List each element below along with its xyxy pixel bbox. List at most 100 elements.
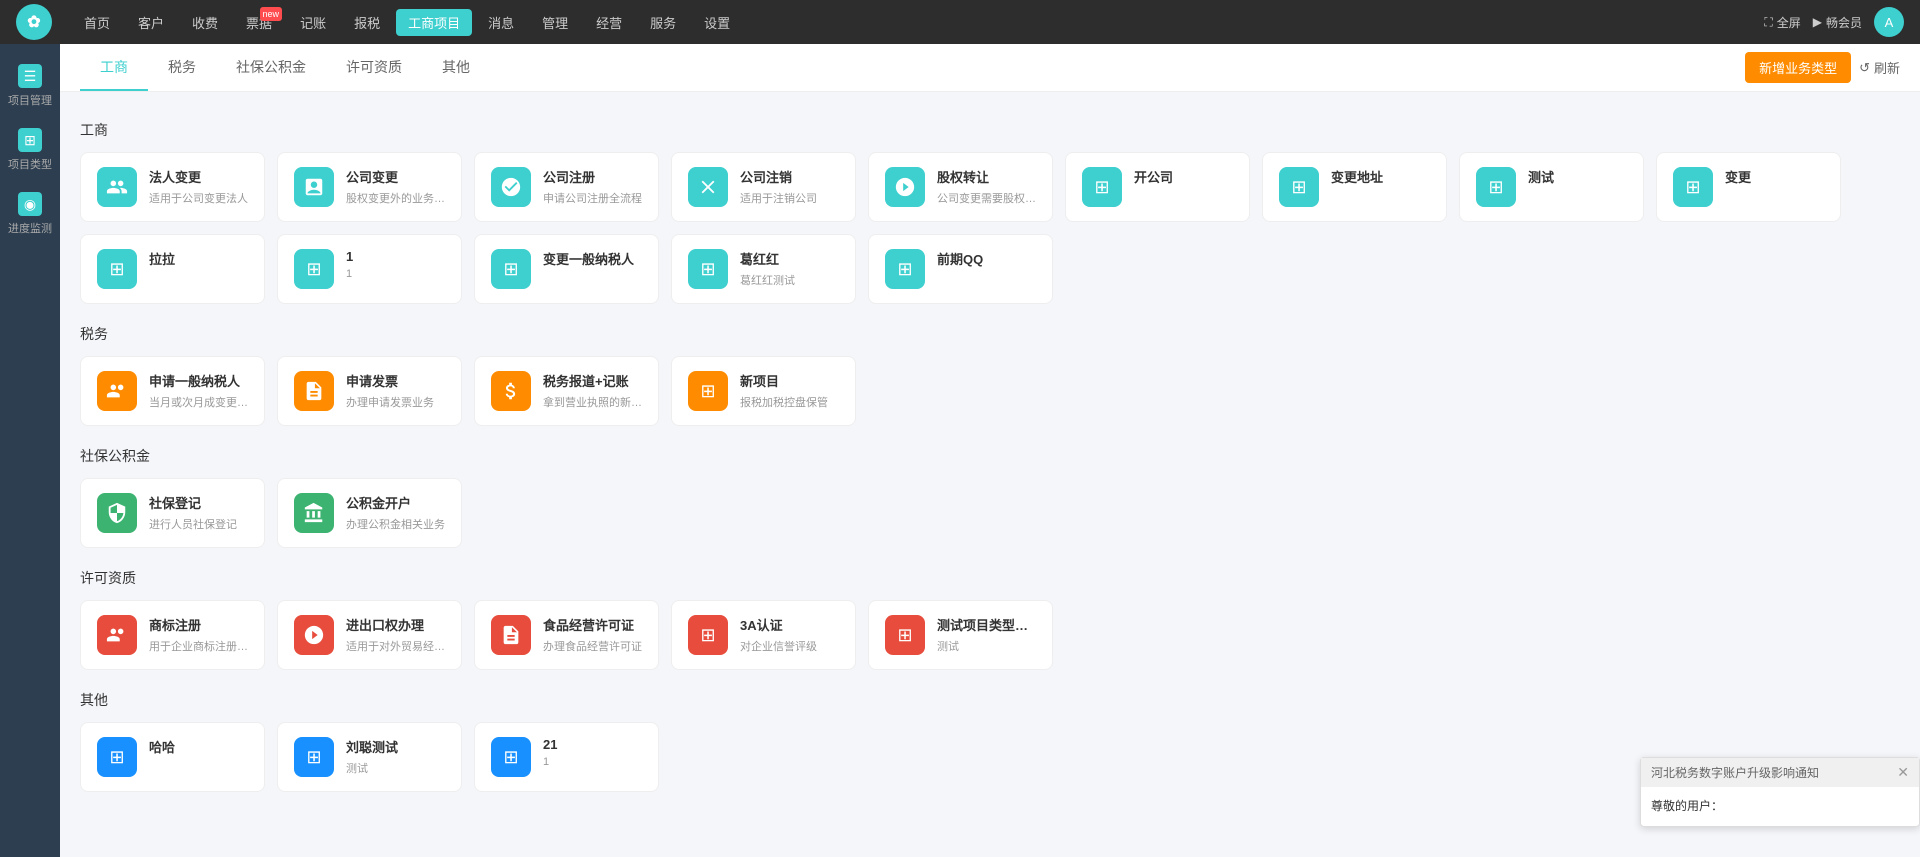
card-body-gs11: 1 1 bbox=[346, 249, 445, 280]
nav-right: ⛶ 全屏 ▶ 畅会员 A bbox=[1764, 7, 1904, 37]
project-mgmt-icon: ☰ bbox=[18, 64, 42, 88]
card-gs7[interactable]: ⊞ 变更地址 bbox=[1262, 152, 1447, 222]
card-title-ot2: 刘聪测试 bbox=[346, 737, 445, 756]
card-gs3[interactable]: 公司注册 申请公司注册全流程 bbox=[474, 152, 659, 222]
card-gs6[interactable]: ⊞ 开公司 bbox=[1065, 152, 1250, 222]
refresh-button[interactable]: ↺ 刷新 bbox=[1859, 58, 1900, 77]
card-icon-gs6: ⊞ bbox=[1082, 167, 1122, 207]
card-icon-gs10: ⊞ bbox=[97, 249, 137, 289]
card-xk2[interactable]: 进出口权办理 适用于对外贸易经营者 bbox=[277, 600, 462, 670]
nav-service[interactable]: 服务 bbox=[638, 9, 688, 36]
card-title-gs14: 前期QQ bbox=[937, 249, 1036, 268]
tab-shebao[interactable]: 社保公积金 bbox=[216, 45, 326, 91]
card-title-sw3: 税务报道+记账 bbox=[543, 371, 642, 390]
card-icon-gs7: ⊞ bbox=[1279, 167, 1319, 207]
card-body-sw2: 申请发票 办理申请发票业务 bbox=[346, 371, 445, 410]
card-body-xk5: 测试项目类型自定义 测试 bbox=[937, 615, 1036, 654]
card-xk1[interactable]: 商标注册 用于企业商标注册服务 bbox=[80, 600, 265, 670]
card-gs2[interactable]: 公司变更 股权变更外的业务变更 bbox=[277, 152, 462, 222]
card-title-gs13: 葛红红 bbox=[740, 249, 839, 268]
card-title-gs9: 变更 bbox=[1725, 167, 1824, 186]
card-gs5[interactable]: 股权转让 公司变更需要股权转让 bbox=[868, 152, 1053, 222]
card-title-sw4: 新项目 bbox=[740, 371, 839, 390]
nav-business[interactable]: 工商项目 bbox=[396, 9, 472, 36]
card-gs14[interactable]: ⊞ 前期QQ bbox=[868, 234, 1053, 304]
card-icon-sb2 bbox=[294, 493, 334, 533]
card-title-gs7: 变更地址 bbox=[1331, 167, 1430, 186]
sidebar: ☰ 项目管理 ⊞ 项目类型 ◉ 进度监测 bbox=[0, 44, 60, 857]
card-sw4[interactable]: ⊞ 新项目 报税加税控盘保管 bbox=[671, 356, 856, 426]
nav-billing[interactable]: 收费 bbox=[180, 9, 230, 36]
card-title-xk1: 商标注册 bbox=[149, 615, 248, 634]
notif-header: 河北税务数字账户升级影响通知 ✕ bbox=[1641, 758, 1919, 787]
main-content: 工商 税务 社保公积金 许可资质 其他 新增业务类型 ↺ 刷新 工商 法人变更 … bbox=[60, 44, 1920, 857]
card-gs8[interactable]: ⊞ 测试 bbox=[1459, 152, 1644, 222]
card-title-gs4: 公司注销 bbox=[740, 167, 839, 186]
nav-settings[interactable]: 设置 bbox=[692, 9, 742, 36]
notif-title: 河北税务数字账户升级影响通知 bbox=[1651, 764, 1819, 781]
card-body-ot1: 哈哈 bbox=[149, 737, 248, 760]
nav-invoice[interactable]: 票据 new bbox=[234, 9, 284, 36]
card-sb2[interactable]: 公积金开户 办理公积金相关业务 bbox=[277, 478, 462, 548]
card-sw2[interactable]: 申请发票 办理申请发票业务 bbox=[277, 356, 462, 426]
card-sw3[interactable]: 税务报道+记账 拿到营业执照的新公司 bbox=[474, 356, 659, 426]
card-gs10[interactable]: ⊞ 拉拉 bbox=[80, 234, 265, 304]
card-gs13[interactable]: ⊞ 葛红红 葛红红测试 bbox=[671, 234, 856, 304]
card-title-xk5: 测试项目类型自定义 bbox=[937, 615, 1036, 634]
card-icon-gs11: ⊞ bbox=[294, 249, 334, 289]
tab-xuke[interactable]: 许可资质 bbox=[326, 45, 422, 91]
sidebar-item-project-mgmt[interactable]: ☰ 项目管理 bbox=[0, 54, 60, 118]
card-desc-gs2: 股权变更外的业务变更 bbox=[346, 190, 445, 206]
nav-manage[interactable]: 管理 bbox=[530, 9, 580, 36]
nav-accounting[interactable]: 记账 bbox=[288, 9, 338, 36]
nav-client[interactable]: 客户 bbox=[126, 9, 176, 36]
avatar[interactable]: A bbox=[1874, 7, 1904, 37]
tab-shuiwu[interactable]: 税务 bbox=[148, 45, 216, 91]
card-body-xk1: 商标注册 用于企业商标注册服务 bbox=[149, 615, 248, 654]
card-gs9[interactable]: ⊞ 变更 bbox=[1656, 152, 1841, 222]
card-title-gs8: 测试 bbox=[1528, 167, 1627, 186]
card-gs1[interactable]: 法人变更 适用于公司变更法人 bbox=[80, 152, 265, 222]
refresh-icon: ↺ bbox=[1859, 60, 1870, 76]
notif-close-button[interactable]: ✕ bbox=[1897, 764, 1909, 781]
progress-monitor-icon: ◉ bbox=[18, 192, 42, 216]
card-desc-gs13: 葛红红测试 bbox=[740, 272, 839, 288]
add-type-button[interactable]: 新增业务类型 bbox=[1745, 52, 1851, 83]
nav-tax[interactable]: 报税 bbox=[342, 9, 392, 36]
card-desc-sw1: 当月或次月成变更完成 bbox=[149, 394, 248, 410]
card-desc-gs11: 1 bbox=[346, 268, 445, 280]
card-desc-gs4: 适用于注销公司 bbox=[740, 190, 839, 206]
fullscreen-label: 全屏 bbox=[1777, 14, 1801, 31]
card-xk5[interactable]: ⊞ 测试项目类型自定义 测试 bbox=[868, 600, 1053, 670]
sidebar-item-project-type[interactable]: ⊞ 项目类型 bbox=[0, 118, 60, 182]
member-button[interactable]: ▶ 畅会员 bbox=[1813, 14, 1862, 31]
card-icon-xk2 bbox=[294, 615, 334, 655]
card-ot1[interactable]: ⊞ 哈哈 bbox=[80, 722, 265, 792]
sidebar-item-progress-monitor[interactable]: ◉ 进度监测 bbox=[0, 182, 60, 246]
card-ot2[interactable]: ⊞ 刘聪测试 测试 bbox=[277, 722, 462, 792]
section-title-xuke: 许可资质 bbox=[80, 568, 1900, 588]
card-title-gs6: 开公司 bbox=[1134, 167, 1233, 186]
card-desc-xk1: 用于企业商标注册服务 bbox=[149, 638, 248, 654]
card-title-sb2: 公积金开户 bbox=[346, 493, 445, 512]
nav-operation[interactable]: 经营 bbox=[584, 9, 634, 36]
card-ot3[interactable]: ⊞ 21 1 bbox=[474, 722, 659, 792]
card-sb1[interactable]: 社保登记 进行人员社保登记 bbox=[80, 478, 265, 548]
card-xk4[interactable]: ⊞ 3A认证 对企业信誉评级 bbox=[671, 600, 856, 670]
card-gs11[interactable]: ⊞ 1 1 bbox=[277, 234, 462, 304]
card-icon-ot2: ⊞ bbox=[294, 737, 334, 777]
tab-gongshang[interactable]: 工商 bbox=[80, 45, 148, 91]
nav-home[interactable]: 首页 bbox=[72, 9, 122, 36]
card-desc-gs1: 适用于公司变更法人 bbox=[149, 190, 248, 206]
card-body-gs12: 变更一般纳税人 bbox=[543, 249, 642, 272]
card-gs12[interactable]: ⊞ 变更一般纳税人 bbox=[474, 234, 659, 304]
tab-other[interactable]: 其他 bbox=[422, 45, 490, 91]
section-title-shebao: 社保公积金 bbox=[80, 446, 1900, 466]
notif-content: 尊敬的用户： bbox=[1641, 787, 1919, 826]
card-xk3[interactable]: 食品经营许可证 办理食品经营许可证 bbox=[474, 600, 659, 670]
card-title-gs10: 拉拉 bbox=[149, 249, 248, 268]
fullscreen-button[interactable]: ⛶ 全屏 bbox=[1764, 14, 1800, 31]
card-sw1[interactable]: 申请一般纳税人 当月或次月成变更完成 bbox=[80, 356, 265, 426]
nav-message[interactable]: 消息 bbox=[476, 9, 526, 36]
card-gs4[interactable]: 公司注销 适用于注销公司 bbox=[671, 152, 856, 222]
